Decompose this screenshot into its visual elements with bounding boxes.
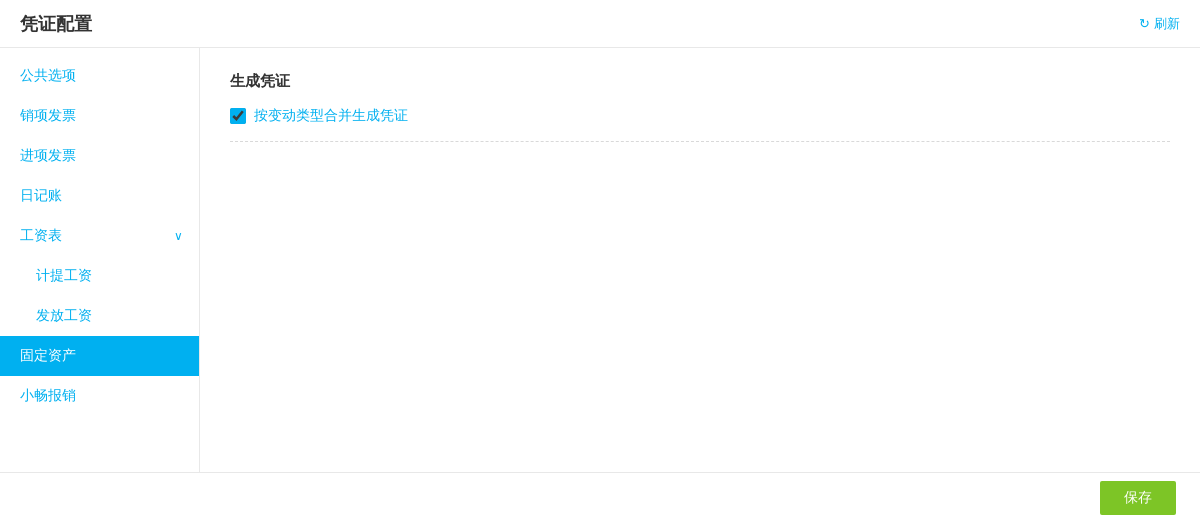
refresh-label: 刷新 [1154, 15, 1180, 33]
refresh-icon: ↻ [1139, 16, 1150, 31]
sidebar-item-journal[interactable]: 日记账 [0, 176, 199, 216]
sidebar-item-label: 公共选项 [20, 67, 76, 85]
page-title: 凭证配置 [20, 12, 92, 36]
save-button[interactable]: 保存 [1100, 481, 1176, 515]
sidebar-item-payroll-table[interactable]: 工资表 ∨ [0, 216, 199, 256]
sidebar-item-public-options[interactable]: 公共选项 [0, 56, 199, 96]
section-divider [230, 141, 1170, 142]
content-area: 生成凭证 按变动类型合并生成凭证 [200, 48, 1200, 472]
sidebar-item-issue-salary[interactable]: 发放工资 [0, 296, 199, 336]
sidebar-item-purchase-invoice[interactable]: 进项发票 [0, 136, 199, 176]
sidebar-item-label: 发放工资 [36, 307, 92, 325]
sidebar-item-label: 进项发票 [20, 147, 76, 165]
refresh-button[interactable]: ↻ 刷新 [1139, 15, 1180, 33]
page-footer: 保存 [0, 472, 1200, 522]
merge-voucher-row: 按变动类型合并生成凭证 [230, 107, 1170, 125]
sidebar-item-label: 小畅报销 [20, 387, 76, 405]
sidebar-item-label: 销项发票 [20, 107, 76, 125]
sidebar-item-label: 工资表 [20, 227, 62, 245]
sidebar-item-label: 计提工资 [36, 267, 92, 285]
merge-voucher-checkbox[interactable] [230, 108, 246, 124]
sidebar-item-expense-report[interactable]: 小畅报销 [0, 376, 199, 416]
merge-voucher-label[interactable]: 按变动类型合并生成凭证 [254, 107, 408, 125]
main-layout: 公共选项 销项发票 进项发票 日记账 工资表 ∨ 计提工资 发放工资 固定资产 … [0, 48, 1200, 472]
sidebar-item-sales-invoice[interactable]: 销项发票 [0, 96, 199, 136]
sidebar-item-label: 固定资产 [20, 347, 76, 365]
page-header: 凭证配置 ↻ 刷新 [0, 0, 1200, 48]
sidebar-item-calc-salary[interactable]: 计提工资 [0, 256, 199, 296]
sidebar-item-fixed-assets[interactable]: 固定资产 [0, 336, 199, 376]
sidebar: 公共选项 销项发票 进项发票 日记账 工资表 ∨ 计提工资 发放工资 固定资产 … [0, 48, 200, 472]
sidebar-item-label: 日记账 [20, 187, 62, 205]
chevron-down-icon: ∨ [174, 229, 183, 243]
section-title: 生成凭证 [230, 72, 1170, 91]
